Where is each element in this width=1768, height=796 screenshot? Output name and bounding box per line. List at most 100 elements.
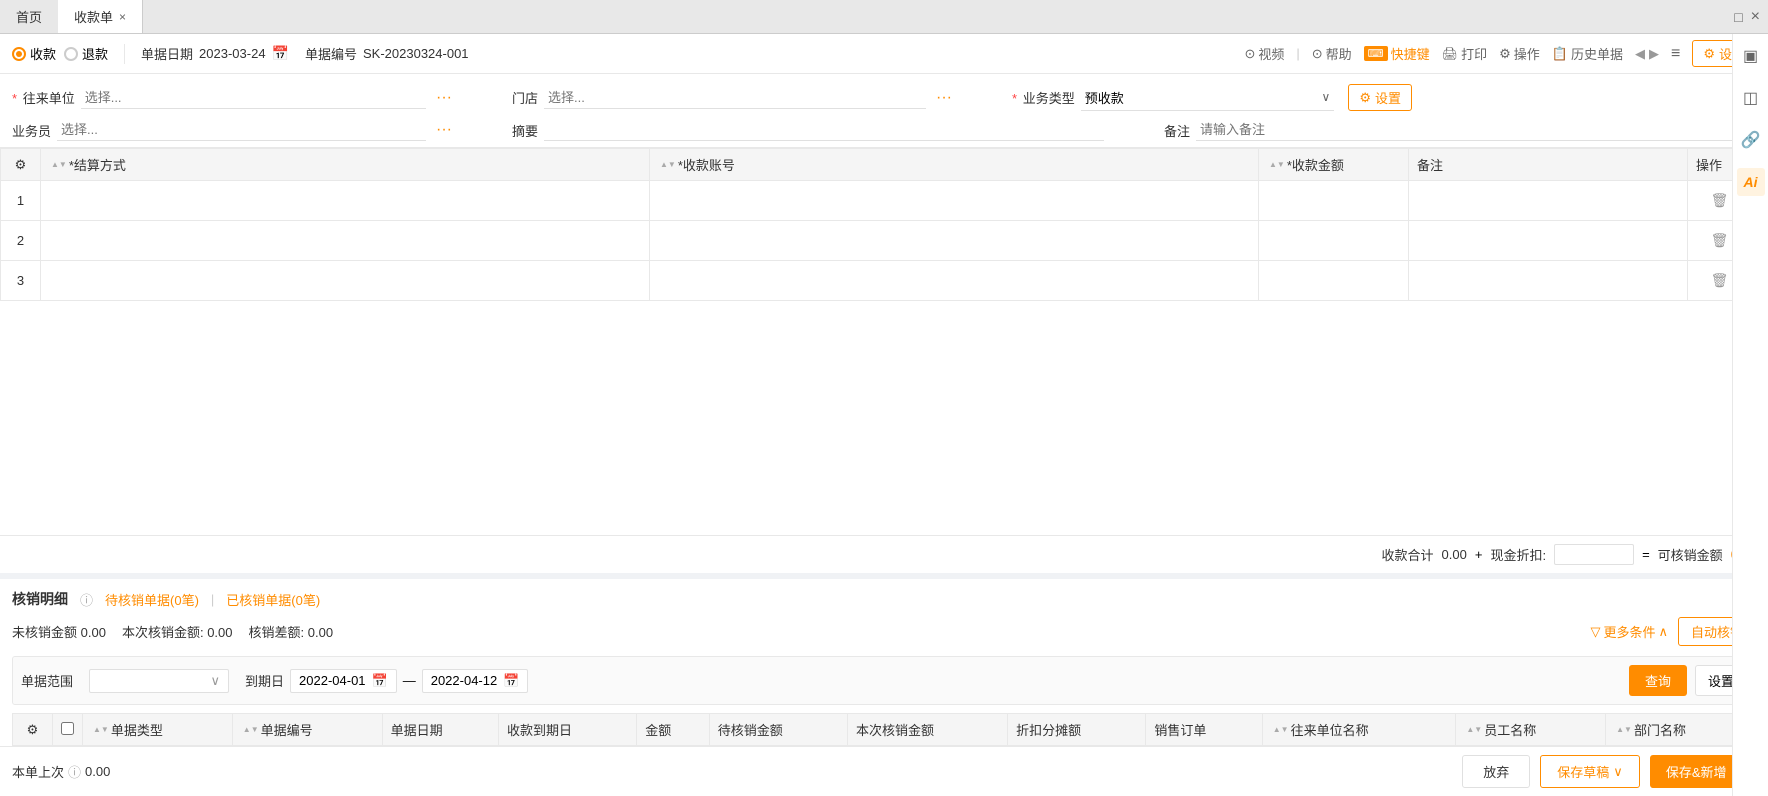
- vtable-partner-header: ▲▼ 往来单位名称: [1262, 714, 1456, 746]
- verify-title: 核销明细: [12, 589, 68, 609]
- form-area: * 往来单位 ··· 门店 ··· * 业务类型: [0, 74, 1768, 148]
- store-field: 门店 ···: [512, 87, 952, 109]
- tab-bar-right: □ ×: [1734, 8, 1768, 26]
- note-input[interactable]: [1196, 119, 1756, 141]
- row-1-payment[interactable]: [41, 181, 650, 221]
- tab-close-icon[interactable]: ×: [119, 10, 126, 24]
- store-input[interactable]: [544, 87, 926, 109]
- row-2-note[interactable]: [1409, 221, 1688, 261]
- staff-ellipsis-btn[interactable]: ···: [436, 121, 452, 139]
- tab-home[interactable]: 首页: [0, 0, 58, 33]
- total-value: 0.00: [1442, 547, 1467, 562]
- row-1-delete-icon[interactable]: 🗑: [1711, 192, 1729, 209]
- row-2-account[interactable]: [650, 221, 1259, 261]
- radio-refund[interactable]: 退款: [64, 44, 108, 63]
- discount-input[interactable]: [1554, 544, 1634, 565]
- verify-stats: 未核销金额 0.00 本次核销金额: 0.00 核销差额: 0.00 ▽ 更多条…: [12, 617, 1756, 646]
- row-1-note[interactable]: [1409, 181, 1688, 221]
- date-from-input[interactable]: 2022-04-01 📅: [290, 669, 397, 693]
- sidebar-ai-icon[interactable]: Ai: [1737, 168, 1765, 196]
- shortcut-btn[interactable]: ⌨ 快捷键: [1364, 44, 1430, 63]
- range-select[interactable]: ∨: [89, 669, 229, 693]
- table-gear-header[interactable]: ⚙: [1, 149, 41, 181]
- save-new-label: 保存&新增: [1666, 762, 1727, 781]
- help-btn[interactable]: ⊙ 帮助: [1312, 44, 1352, 63]
- video-icon: ⊙: [1244, 46, 1255, 62]
- query-form-row: 单据范围 ∨ 到期日 2022-04-01 📅 — 2022-04-12 📅: [12, 656, 1756, 705]
- bottom-stat: 本单上次 ⓘ 0.00: [12, 762, 110, 781]
- history-label: 历史单据: [1571, 44, 1623, 63]
- bottom-bar: 本单上次 ⓘ 0.00 放弃 保存草稿 ∨ 保存&新增 ∨: [0, 746, 1768, 796]
- form-row-1: * 往来单位 ··· 门店 ··· * 业务类型: [12, 84, 1756, 111]
- abandon-btn[interactable]: 放弃: [1462, 755, 1530, 788]
- form-settings-label: 设置: [1375, 88, 1401, 107]
- table-row: 3 🗑 ⧉: [1, 261, 1768, 301]
- verify-info-icon[interactable]: ⓘ: [80, 590, 93, 609]
- row-2-delete-icon[interactable]: 🗑: [1711, 232, 1729, 249]
- form-settings-button[interactable]: ⚙ 设置: [1348, 84, 1412, 111]
- col-payment-header: ▲▼ *结算方式: [41, 149, 650, 181]
- vtable-select-all[interactable]: [61, 722, 74, 735]
- row-3-payment[interactable]: [41, 261, 650, 301]
- store-ellipsis-btn[interactable]: ···: [936, 89, 952, 107]
- vtable-gear-header[interactable]: ⚙: [13, 714, 53, 746]
- query-btn[interactable]: 查询: [1629, 665, 1687, 696]
- window-close-icon[interactable]: ×: [1751, 8, 1760, 26]
- layout-icon[interactable]: ≡: [1671, 45, 1680, 63]
- row-3-amount[interactable]: [1259, 261, 1409, 301]
- sidebar-link-icon[interactable]: 🔗: [1737, 126, 1765, 154]
- nav-prev-icon[interactable]: ◀: [1635, 46, 1645, 62]
- date-separator: —: [403, 673, 416, 688]
- vtable-docno-header: ▲▼ 单据编号: [232, 714, 382, 746]
- summary-input[interactable]: [544, 119, 1104, 141]
- right-sidebar: ▣ ◫ 🔗 Ai: [1732, 34, 1768, 796]
- save-draft-chevron-icon: ∨: [1613, 764, 1623, 780]
- biztype-label: * 业务类型: [1012, 88, 1075, 107]
- table-footer: 收款合计 0.00 + 现金折扣: = 可核销金额 0.00: [0, 535, 1768, 573]
- row-1-account[interactable]: [650, 181, 1259, 221]
- print-icon: 🖨: [1442, 46, 1459, 62]
- sidebar-doc-icon[interactable]: ◫: [1737, 84, 1765, 112]
- row-2-amount[interactable]: [1259, 221, 1409, 261]
- partner-input[interactable]: [81, 87, 426, 109]
- help-label: 帮助: [1326, 44, 1352, 63]
- staff-input[interactable]: [57, 119, 426, 141]
- row-3-account[interactable]: [650, 261, 1259, 301]
- history-btn[interactable]: 📋 历史单据: [1552, 44, 1623, 63]
- staff-field: 业务员 ···: [12, 119, 452, 141]
- stat-info-icon[interactable]: ⓘ: [68, 762, 81, 781]
- row-3-note[interactable]: [1409, 261, 1688, 301]
- toolbar-right: ⊙ 视频 | ⊙ 帮助 ⌨ 快捷键 🖨 打印 ⚙ 操作: [1244, 40, 1756, 67]
- docno-field: 单据编号 SK-20230324-001: [305, 44, 469, 63]
- shortcut-icon: ⌨: [1364, 46, 1388, 61]
- row-1-amount[interactable]: [1259, 181, 1409, 221]
- verify-section: 核销明细 ⓘ 待核销单据(0笔) | 已核销单据(0笔) 未核销金额 0.00 …: [0, 573, 1768, 746]
- store-label: 门店: [512, 88, 538, 107]
- video-btn[interactable]: ⊙ 视频: [1244, 44, 1284, 63]
- print-label: 打印: [1461, 44, 1487, 63]
- calendar-icon[interactable]: 📅: [272, 45, 289, 62]
- radio-receive[interactable]: 收款: [12, 44, 56, 63]
- range-label: 单据范围: [21, 671, 73, 690]
- pending-tab[interactable]: 待核销单据(0笔): [105, 590, 199, 609]
- col-note-header: 备注: [1409, 149, 1688, 181]
- operation-btn[interactable]: ⚙ 操作: [1499, 44, 1540, 63]
- top-toolbar: 收款 退款 单据日期 2023-03-24 📅 单据编号 SK-20230324…: [0, 34, 1768, 74]
- tab-active[interactable]: 收款单 ×: [58, 0, 143, 33]
- sidebar-table-icon[interactable]: ▣: [1737, 42, 1765, 70]
- date-value: 2023-03-24: [199, 46, 266, 61]
- divider1: [124, 44, 125, 64]
- summary-label: 摘要: [512, 121, 538, 140]
- row-3-delete-icon[interactable]: 🗑: [1711, 272, 1729, 289]
- row-2-payment[interactable]: [41, 221, 650, 261]
- filter-more-btn[interactable]: ▽ 更多条件 ∧: [1590, 622, 1668, 641]
- biztype-select[interactable]: 预收款 ∨: [1081, 85, 1335, 111]
- print-btn[interactable]: 🖨 打印: [1442, 44, 1488, 63]
- window-restore-icon[interactable]: □: [1734, 9, 1742, 25]
- save-draft-btn[interactable]: 保存草稿 ∨: [1540, 755, 1640, 788]
- nav-next-icon[interactable]: ▶: [1649, 46, 1659, 62]
- col-account-header: ▲▼ *收款账号: [650, 149, 1259, 181]
- done-tab[interactable]: 已核销单据(0笔): [226, 590, 320, 609]
- partner-ellipsis-btn[interactable]: ···: [436, 89, 452, 107]
- date-to-input[interactable]: 2022-04-12 📅: [422, 669, 529, 693]
